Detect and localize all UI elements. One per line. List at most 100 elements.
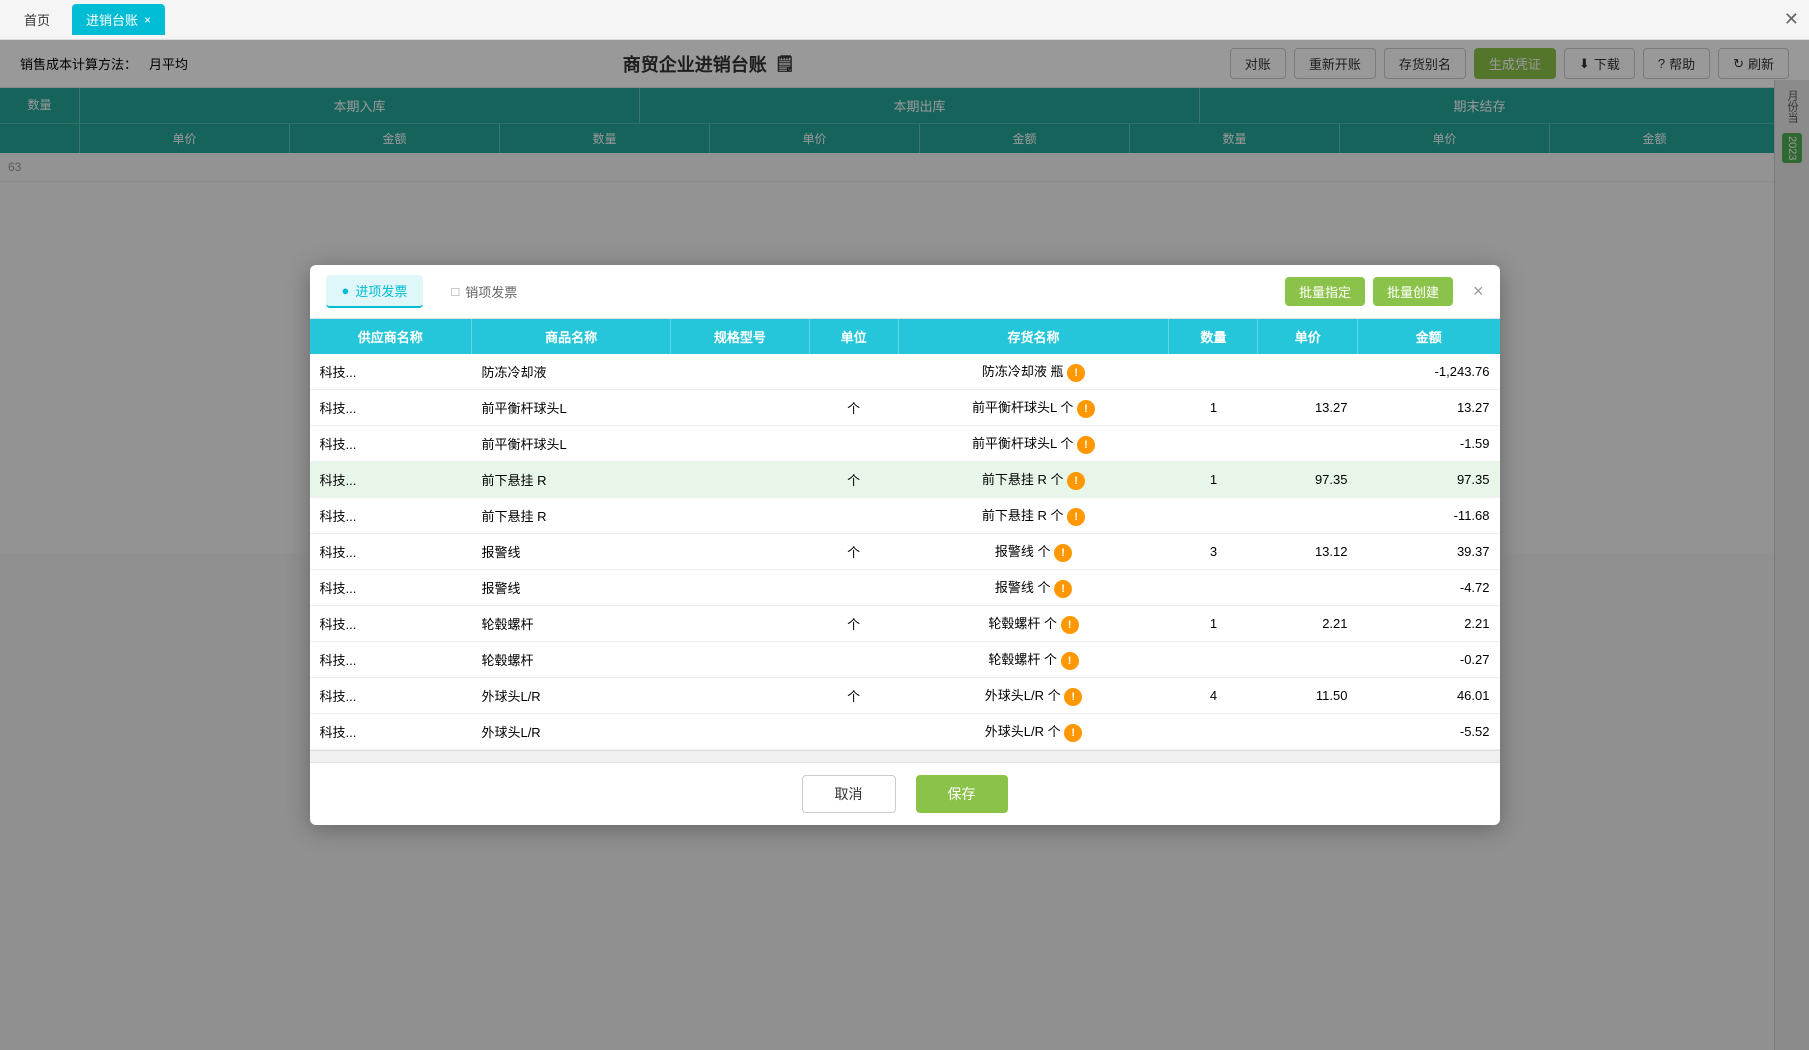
- table-cell: 科技...: [310, 354, 472, 390]
- inventory-cell: 前下悬挂 R 个 !: [898, 498, 1169, 534]
- table-cell: 个: [809, 678, 898, 714]
- table-cell: 13.12: [1258, 534, 1358, 570]
- table-cell: 11.50: [1258, 678, 1358, 714]
- table-row: 科技...外球头L/R外球头L/R 个 !-5.52: [310, 714, 1500, 750]
- top-bar: 首页 进销台账 × ✕: [0, 0, 1809, 40]
- warning-icon[interactable]: !: [1064, 724, 1082, 742]
- table-row: 科技...外球头L/R个外球头L/R 个 !411.5046.01: [310, 678, 1500, 714]
- warning-icon[interactable]: !: [1067, 364, 1085, 382]
- incoming-icon: ●: [342, 283, 350, 298]
- table-cell: 97.35: [1358, 462, 1500, 498]
- table-row: 科技...报警线个报警线 个 !313.1239.37: [310, 534, 1500, 570]
- table-cell: [671, 570, 809, 606]
- table-cell: [1258, 642, 1358, 678]
- modal-table: 供应商名称 商品名称 规格型号 单位 存货名称 数量 单价 金额 科技...防冻…: [310, 319, 1500, 750]
- table-cell: 科技...: [310, 498, 472, 534]
- inventory-cell: 轮毂螺杆 个 !: [898, 642, 1169, 678]
- table-cell: 防冻冷却液: [471, 354, 670, 390]
- table-cell: [1169, 714, 1258, 750]
- inventory-cell: 报警线 个 !: [898, 570, 1169, 606]
- warning-icon[interactable]: !: [1067, 472, 1085, 490]
- table-cell: 2.21: [1358, 606, 1500, 642]
- table-cell: 外球头L/R: [471, 714, 670, 750]
- warning-icon[interactable]: !: [1061, 616, 1079, 634]
- table-cell: 科技...: [310, 714, 472, 750]
- table-cell: 1: [1169, 390, 1258, 426]
- table-cell: 前下悬挂 R: [471, 462, 670, 498]
- table-cell: 1: [1169, 606, 1258, 642]
- table-cell: [671, 390, 809, 426]
- table-cell: [1169, 570, 1258, 606]
- warning-icon[interactable]: !: [1061, 652, 1079, 670]
- table-row: 科技...前下悬挂 R 前下悬挂 R 个 ! -11.68: [310, 498, 1500, 534]
- save-button[interactable]: 保存: [916, 775, 1008, 813]
- inventory-cell: 轮毂螺杆 个 !: [898, 606, 1169, 642]
- warning-icon[interactable]: !: [1077, 400, 1095, 418]
- horizontal-scrollbar[interactable]: [310, 750, 1500, 762]
- table-cell: [1169, 642, 1258, 678]
- inventory-cell: 前平衡杆球头L 个 !: [898, 426, 1169, 462]
- table-cell: [671, 642, 809, 678]
- table-cell: 前平衡杆球头L: [471, 390, 670, 426]
- table-cell: -4.72: [1358, 570, 1500, 606]
- tab-incoming-invoice[interactable]: ● 进项发票: [326, 275, 424, 308]
- modal-footer: 取消 保存: [310, 762, 1500, 825]
- table-cell: [1169, 354, 1258, 390]
- table-cell: [671, 678, 809, 714]
- table-cell: 个: [809, 606, 898, 642]
- table-cell: 1: [1169, 462, 1258, 498]
- th-unit: 单位: [809, 319, 898, 354]
- tab-home[interactable]: 首页: [10, 4, 64, 35]
- table-cell: 13.27: [1258, 390, 1358, 426]
- tab-close-icon[interactable]: ×: [144, 13, 151, 27]
- batch-create-button[interactable]: 批量创建: [1373, 277, 1453, 306]
- table-cell: -1.59: [1358, 426, 1500, 462]
- tab-outgoing-invoice[interactable]: □ 销项发票: [435, 276, 533, 307]
- table-cell: 轮毂螺杆: [471, 642, 670, 678]
- inventory-cell: 前平衡杆球头L 个 !: [898, 390, 1169, 426]
- table-cell: [809, 498, 898, 534]
- modal-header-actions: 批量指定 批量创建: [1285, 277, 1453, 306]
- outgoing-icon: □: [451, 284, 459, 299]
- table-cell: [809, 642, 898, 678]
- warning-icon[interactable]: !: [1064, 688, 1082, 706]
- th-product: 商品名称: [471, 319, 670, 354]
- warning-icon[interactable]: !: [1077, 436, 1095, 454]
- main-content: 销售成本计算方法： 月平均 商贸企业进销台账 🗒 对账 重新开账 存货别名 生成…: [0, 40, 1809, 1050]
- table-cell: 外球头L/R: [471, 678, 670, 714]
- batch-assign-button[interactable]: 批量指定: [1285, 277, 1365, 306]
- table-cell: 4: [1169, 678, 1258, 714]
- table-cell: [671, 534, 809, 570]
- table-cell: 97.35: [1258, 462, 1358, 498]
- table-cell: 科技...: [310, 390, 472, 426]
- th-supplier: 供应商名称: [310, 319, 472, 354]
- table-cell: 报警线: [471, 534, 670, 570]
- inventory-cell: 外球头L/R 个 !: [898, 678, 1169, 714]
- window-close-button[interactable]: ✕: [1784, 9, 1799, 30]
- th-amount: 金额: [1358, 319, 1500, 354]
- modal-close-button[interactable]: ×: [1473, 281, 1484, 302]
- table-row: 科技...防冻冷却液防冻冷却液 瓶 !-1,243.76: [310, 354, 1500, 390]
- modal-overlay: ● 进项发票 □ 销项发票 批量指定 批量创建 × 供应: [0, 40, 1809, 1050]
- table-cell: 科技...: [310, 606, 472, 642]
- table-cell: [809, 714, 898, 750]
- table-cell: 科技...: [310, 462, 472, 498]
- cancel-button[interactable]: 取消: [802, 775, 896, 813]
- modal-table-wrap[interactable]: 供应商名称 商品名称 规格型号 单位 存货名称 数量 单价 金额 科技...防冻…: [310, 319, 1500, 750]
- warning-icon[interactable]: !: [1054, 544, 1072, 562]
- table-cell: -11.68: [1358, 498, 1500, 534]
- table-cell: [1258, 354, 1358, 390]
- warning-icon[interactable]: !: [1067, 508, 1085, 526]
- table-cell: [671, 606, 809, 642]
- table-row: 科技...前平衡杆球头L个前平衡杆球头L 个 !113.2713.27: [310, 390, 1500, 426]
- warning-icon[interactable]: !: [1054, 580, 1072, 598]
- table-cell: [671, 498, 809, 534]
- table-cell: [671, 426, 809, 462]
- tab-active[interactable]: 进销台账 ×: [72, 4, 165, 35]
- table-cell: [809, 354, 898, 390]
- table-cell: [1258, 426, 1358, 462]
- table-cell: 前下悬挂 R: [471, 498, 670, 534]
- table-cell: 科技...: [310, 642, 472, 678]
- table-cell: -0.27: [1358, 642, 1500, 678]
- table-cell: [1258, 714, 1358, 750]
